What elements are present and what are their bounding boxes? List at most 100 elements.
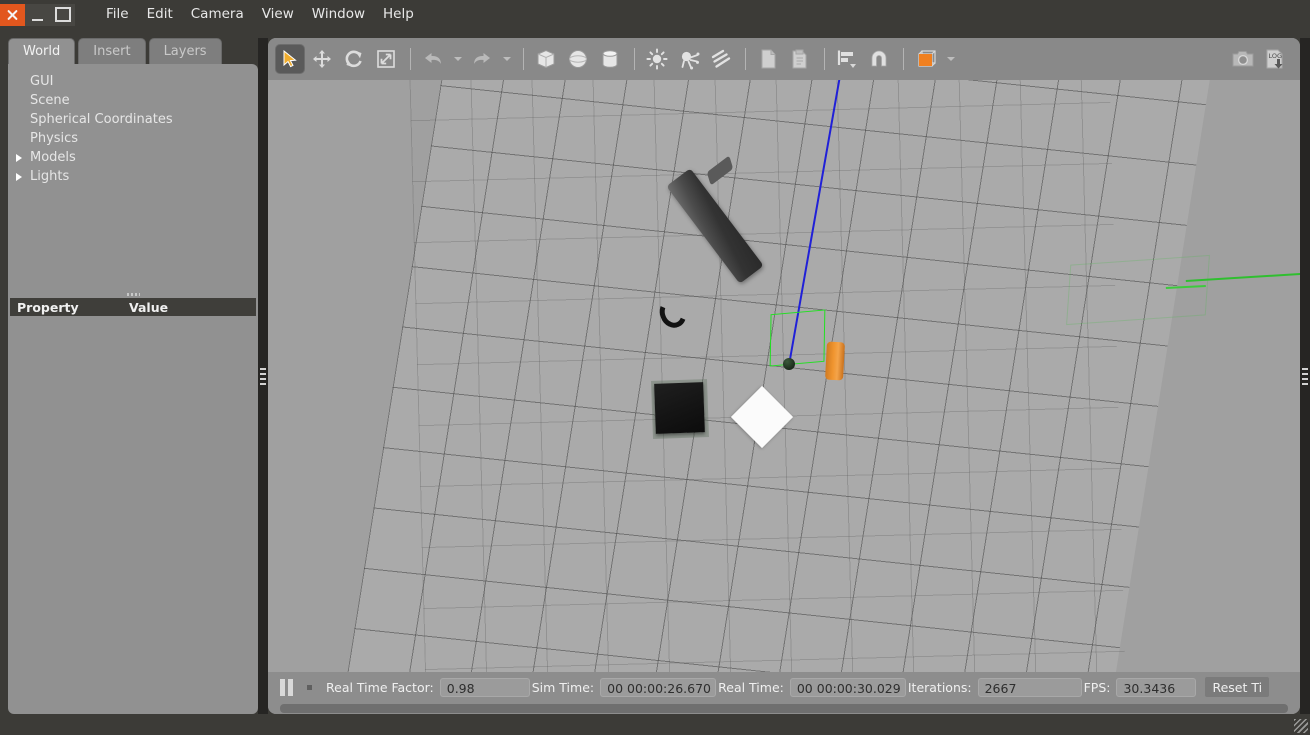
insert-sphere-button[interactable]: [563, 44, 593, 74]
paste-button[interactable]: [785, 44, 815, 74]
undo-arrow-icon: [423, 50, 443, 68]
toolbar-divider: [634, 48, 635, 70]
simulation-status-bar: Real Time Factor: 0.98 Sim Time: 00 00:0…: [268, 672, 1300, 702]
chevron-down-icon: [454, 57, 462, 61]
fps-value: 30.3436: [1116, 677, 1197, 697]
label-fps: FPS:: [1083, 679, 1111, 695]
toolbar-divider: [745, 48, 746, 70]
menu-bar: File Edit Camera View Window Help: [97, 0, 423, 28]
menu-file[interactable]: File: [97, 3, 138, 25]
tab-insert[interactable]: Insert: [78, 38, 146, 64]
scale-icon: [376, 49, 396, 69]
real-time-value: 00 00:00:30.029: [789, 677, 906, 697]
translate-mode-button[interactable]: [307, 44, 337, 74]
insert-cylinder-button[interactable]: [595, 44, 625, 74]
toolbar-divider: [523, 48, 524, 70]
chevron-right-icon[interactable]: [16, 172, 22, 181]
render-toolbar: LOG: [268, 38, 1300, 80]
move-arrows-icon: [312, 49, 332, 69]
sim-time-value: 00 00:00:26.670: [600, 677, 717, 697]
menu-edit[interactable]: Edit: [138, 3, 182, 25]
property-table-header: Property Value: [10, 298, 256, 316]
reset-time-button[interactable]: Reset Ti: [1204, 676, 1271, 698]
undo-button[interactable]: [418, 44, 448, 74]
right-panel-splitter[interactable]: [1300, 38, 1310, 714]
undo-dropdown[interactable]: [450, 44, 466, 74]
real-time-factor-value: 0.98: [439, 677, 530, 697]
tab-world[interactable]: World: [8, 38, 76, 64]
menu-camera[interactable]: Camera: [182, 3, 253, 25]
minimize-icon[interactable]: [25, 3, 50, 26]
redo-dropdown[interactable]: [499, 44, 515, 74]
dark-sphere-model[interactable]: [783, 358, 795, 370]
view-mode-dropdown[interactable]: [943, 44, 959, 74]
menu-window[interactable]: Window: [303, 3, 374, 25]
window-resize-grip[interactable]: [1294, 719, 1308, 733]
black-box-model[interactable]: [654, 382, 705, 434]
scrollbar-thumb[interactable]: [280, 703, 1288, 713]
left-panel-splitter[interactable]: [258, 38, 268, 714]
redo-arrow-icon: [472, 50, 492, 68]
orange-box-icon: [914, 48, 938, 70]
snap-button[interactable]: [864, 44, 894, 74]
menu-view[interactable]: View: [253, 3, 303, 25]
tree-item-spherical-coordinates[interactable]: Spherical Coordinates: [28, 110, 258, 129]
log-record-button[interactable]: LOG: [1260, 44, 1290, 74]
tab-layers[interactable]: Layers: [148, 38, 222, 64]
pause-button[interactable]: [276, 678, 296, 696]
align-button[interactable]: [832, 44, 862, 74]
column-header-value[interactable]: Value: [129, 300, 168, 315]
label-real-time: Real Time:: [718, 679, 784, 695]
select-mode-button[interactable]: [275, 44, 305, 74]
toolbar-divider: [824, 48, 825, 70]
toolbar-divider: [903, 48, 904, 70]
horizontal-scrollbar[interactable]: [268, 702, 1300, 714]
property-splitter[interactable]: [10, 290, 256, 298]
sphere-icon: [567, 48, 589, 70]
magnet-snap-icon: [868, 48, 890, 70]
spot-light-button[interactable]: [674, 44, 704, 74]
point-light-icon: [646, 48, 668, 70]
chevron-right-icon[interactable]: [16, 153, 22, 162]
column-header-property[interactable]: Property: [17, 300, 129, 315]
iterations-value: 2667: [977, 677, 1082, 697]
label-sim-time: Sim Time:: [531, 679, 595, 695]
world-tree: GUI Scene Spherical Coordinates Physics …: [8, 64, 258, 186]
tree-item-physics[interactable]: Physics: [28, 129, 258, 148]
chevron-down-icon: [947, 57, 955, 61]
render-viewport[interactable]: [268, 80, 1300, 672]
scale-mode-button[interactable]: [371, 44, 401, 74]
rotate-mode-button[interactable]: [339, 44, 369, 74]
orange-cylinder-model[interactable]: [825, 341, 845, 381]
chevron-down-icon: [503, 57, 511, 61]
insert-box-button[interactable]: [531, 44, 561, 74]
copy-button[interactable]: [753, 44, 783, 74]
ground-plane-grid-overlay: [408, 80, 1128, 672]
redo-button[interactable]: [467, 44, 497, 74]
menu-help[interactable]: Help: [374, 3, 423, 25]
tree-item-lights[interactable]: Lights: [16, 167, 258, 186]
point-light-button[interactable]: [642, 44, 672, 74]
main-area: LOG Real Time Factor: 0.98 Sim Time: 00 …: [268, 38, 1300, 714]
toolbar-right-group: LOG: [1228, 38, 1292, 80]
close-icon[interactable]: [0, 3, 25, 26]
screenshot-button[interactable]: [1228, 44, 1258, 74]
tree-item-label: Lights: [30, 169, 70, 184]
tree-item-models[interactable]: Models: [16, 148, 258, 167]
rotate-icon: [344, 49, 364, 69]
view-mode-button[interactable]: [911, 44, 941, 74]
label-iterations: Iterations:: [907, 679, 972, 695]
tree-item-label: Scene: [30, 93, 70, 108]
tree-item-label: Physics: [30, 131, 79, 146]
tree-item-scene[interactable]: Scene: [28, 91, 258, 110]
tree-item-gui[interactable]: GUI: [28, 72, 258, 91]
cylinder-icon: [599, 48, 621, 70]
step-button[interactable]: [302, 678, 316, 696]
panel-tabs: World Insert Layers: [8, 38, 258, 64]
pause-icon: [287, 678, 293, 696]
directional-light-button[interactable]: [706, 44, 736, 74]
copy-icon: [758, 48, 778, 70]
tree-item-label: Spherical Coordinates: [30, 112, 173, 127]
title-bar: File Edit Camera View Window Help: [0, 0, 1310, 28]
maximize-icon[interactable]: [50, 3, 75, 26]
